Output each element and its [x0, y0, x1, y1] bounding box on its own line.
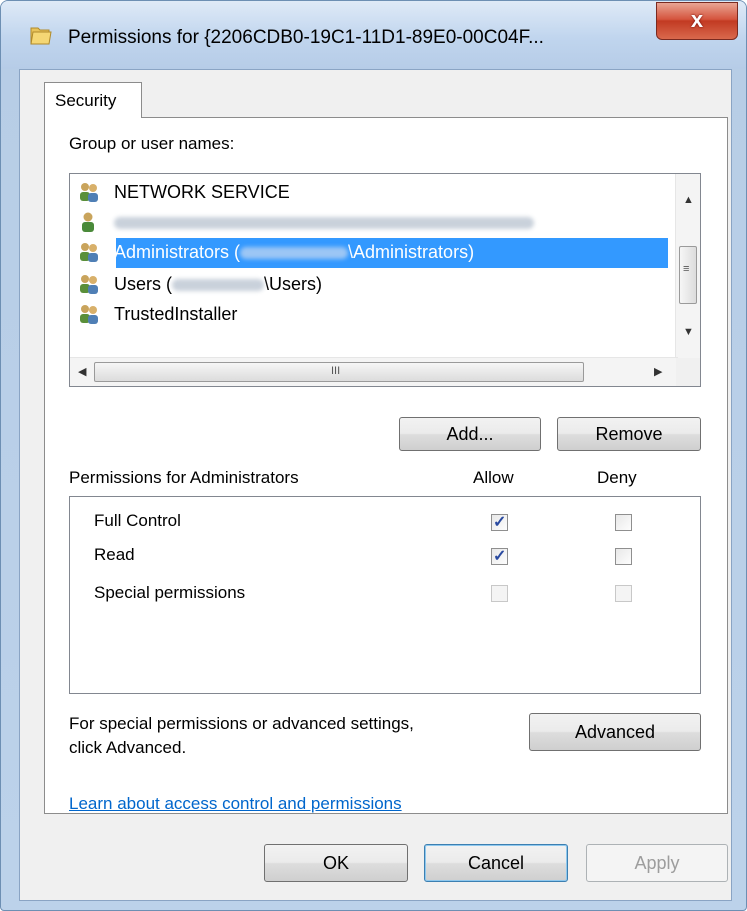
folder-icon — [30, 27, 52, 45]
horizontal-scroll-thumb[interactable]: III — [94, 362, 584, 382]
user-list[interactable]: NETWORK SERVICE Administrators (\Adminis… — [69, 173, 701, 387]
ok-button[interactable]: OK — [264, 844, 408, 882]
group-label: Group or user names: — [69, 134, 235, 153]
list-item[interactable] — [78, 208, 670, 238]
add-button[interactable]: Add... — [399, 417, 541, 451]
group-users-icon — [80, 305, 98, 324]
grip-icon: ≡ — [683, 263, 690, 275]
user-name: NETWORK SERVICE — [114, 182, 290, 202]
close-icon: x — [690, 7, 704, 32]
apply-button[interactable]: Apply — [586, 844, 728, 882]
permissions-header: Permissions for Administrators — [69, 468, 299, 487]
grip-icon: III — [331, 365, 341, 377]
permission-read: Read — [94, 545, 135, 564]
list-item[interactable]: Users (\Users) — [78, 270, 670, 300]
user-icon — [82, 212, 94, 232]
scroll-left-icon[interactable]: ◀ — [78, 365, 86, 378]
dialog-body: Security Group or user names: NETWORK SE… — [19, 69, 732, 901]
cancel-button[interactable]: Cancel — [424, 844, 568, 882]
deny-full-control-checkbox[interactable] — [615, 514, 632, 531]
scroll-up-icon[interactable]: ▲ — [683, 194, 694, 206]
scroll-right-icon[interactable]: ▶ — [654, 365, 662, 378]
remove-button[interactable]: Remove — [557, 417, 701, 451]
window-title: Permissions for {2206CDB0-19C1-11D1-89E0… — [68, 27, 544, 48]
deny-read-checkbox[interactable] — [615, 548, 632, 565]
advanced-button[interactable]: Advanced — [529, 713, 701, 751]
group-users-icon — [80, 243, 98, 262]
allow-read-checkbox[interactable] — [491, 546, 508, 566]
list-item[interactable]: NETWORK SERVICE — [78, 178, 670, 208]
list-item[interactable]: TrustedInstaller — [78, 300, 670, 330]
permission-full-control: Full Control — [94, 511, 181, 530]
title-bar[interactable]: Permissions for {2206CDB0-19C1-11D1-89E0… — [1, 1, 746, 69]
tab-label: Security — [55, 91, 117, 110]
advanced-hint-line2: click Advanced. — [69, 738, 187, 757]
deny-special-checkbox[interactable] — [615, 585, 632, 602]
vertical-scroll-thumb[interactable]: ≡ — [679, 246, 697, 304]
deny-column-header: Deny — [597, 468, 637, 487]
learn-more-link[interactable]: Learn about access control and permissio… — [69, 794, 402, 814]
user-name: Users (\Users) — [114, 274, 322, 294]
user-name: TrustedInstaller — [114, 304, 238, 324]
user-name: Administrators (\Administrators) — [114, 242, 475, 262]
permission-special: Special permissions — [94, 583, 246, 602]
group-users-icon — [80, 183, 98, 202]
list-item-selected[interactable]: Administrators (\Administrators) — [78, 238, 670, 268]
allow-column-header: Allow — [473, 468, 514, 487]
permissions-list: Full Control Read Special permissions — [69, 496, 701, 694]
security-panel: Group or user names: NETWORK SERVICE Adm… — [44, 117, 728, 814]
horizontal-scrollbar[interactable]: ◀ III ▶ — [70, 357, 678, 386]
tab-security[interactable]: Security — [44, 82, 142, 118]
advanced-hint-line1: For special permissions or advanced sett… — [69, 714, 414, 733]
vertical-scrollbar[interactable]: ▲ ≡ ▼ — [675, 174, 700, 358]
scrollbar-corner — [676, 358, 700, 386]
permissions-dialog: Permissions for {2206CDB0-19C1-11D1-89E0… — [0, 0, 747, 911]
user-name-redacted — [114, 212, 534, 233]
close-button[interactable]: x — [656, 2, 738, 40]
allow-full-control-checkbox[interactable] — [491, 512, 508, 532]
allow-special-checkbox[interactable] — [491, 585, 508, 602]
scroll-down-icon[interactable]: ▼ — [683, 326, 694, 338]
group-users-icon — [80, 275, 98, 294]
